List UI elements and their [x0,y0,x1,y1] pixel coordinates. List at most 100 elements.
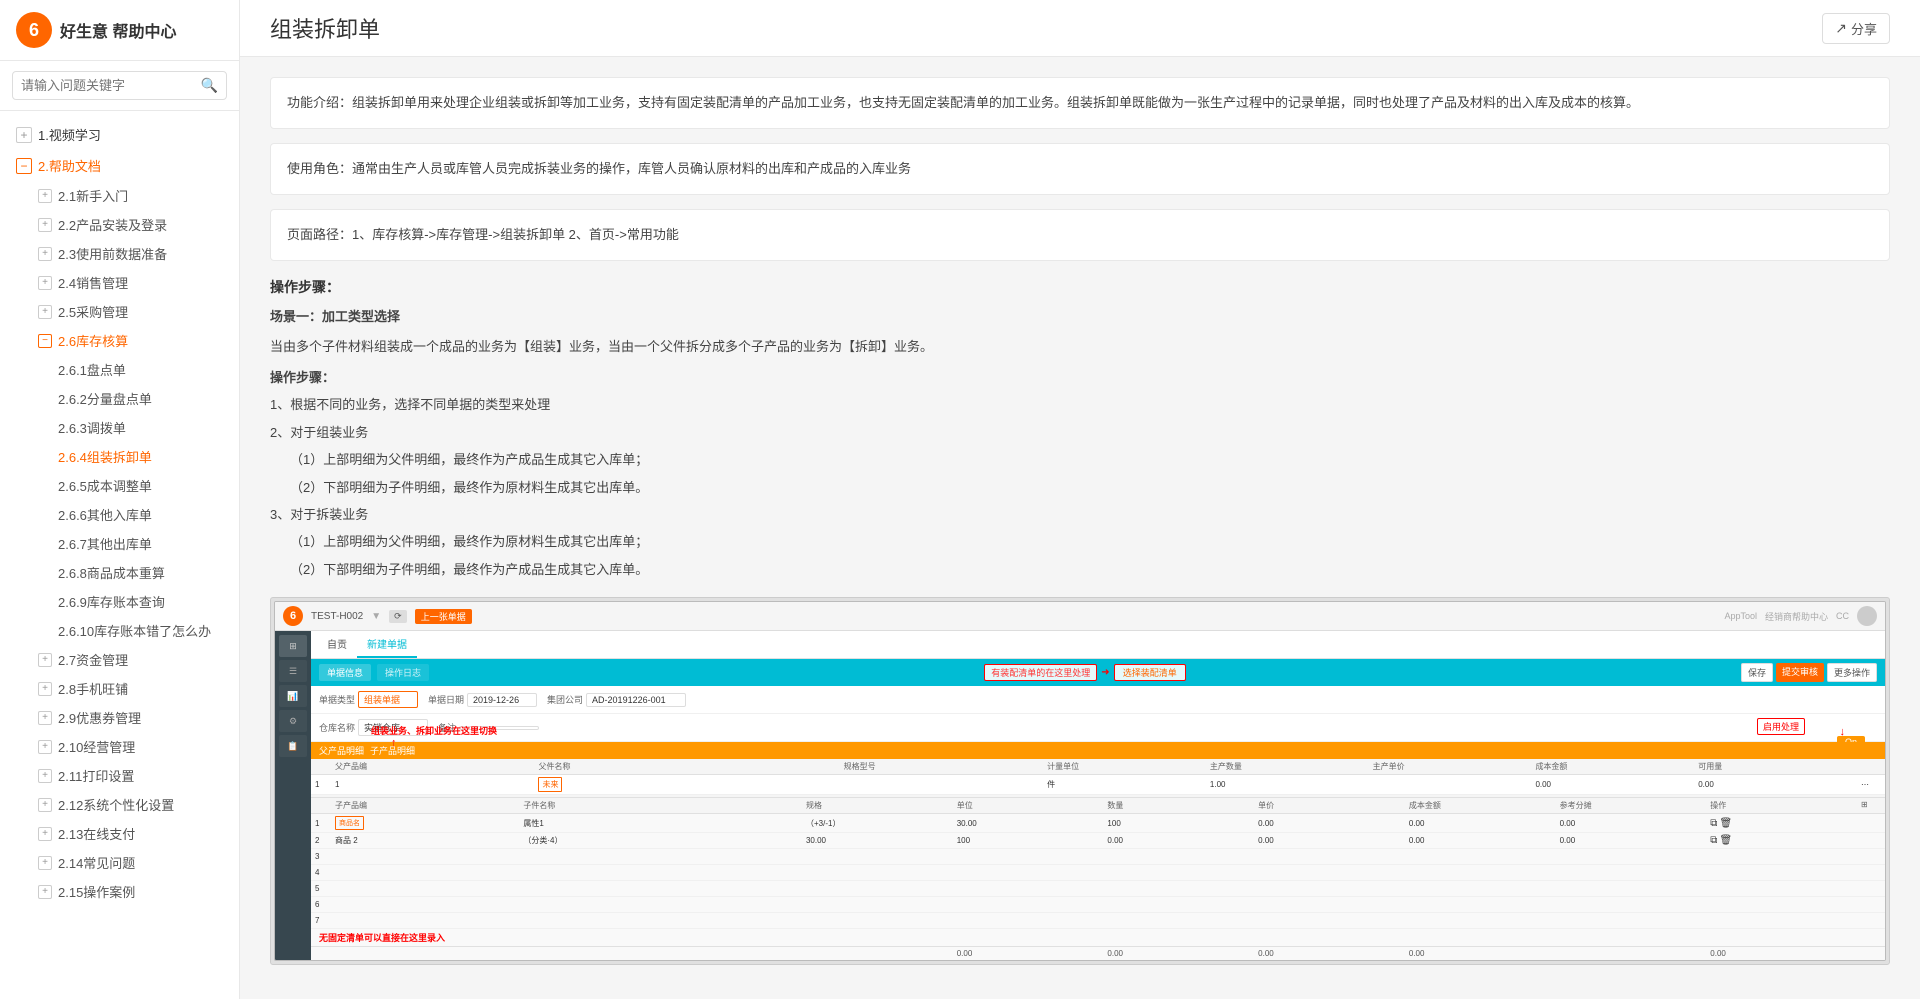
nav-item-2-9[interactable]: + 2.9优惠券管理 [38,703,239,732]
nav-item-2-6-5[interactable]: 2.6.5成本调整单 [58,471,239,500]
expand-icon-2-3: + [38,247,52,261]
lcol-c7: 成本金额 [1409,800,1560,811]
search-icon[interactable]: 🔍 [201,77,218,94]
row1-check: 1 [315,780,335,789]
lr1-copy-icon[interactable]: ⧉ [1710,818,1717,829]
sim-lower-row2: 2 商品 2 （分类·4） 30.00 100 0.00 0.00 0.00 0… [311,833,1885,849]
sim-body: ⊞ ☰ 📊 ⚙ 📋 自贡 新建单据 [275,631,1885,960]
sim-fields-row2: 仓库名称 实销仓库 备注 启用处理 ↓ On [311,714,1885,742]
annotation-arrow-switch: ↑ [391,737,397,749]
search-input[interactable] [21,78,201,93]
nav-sub-group-2-5: + 2.5采购管理 [38,297,239,326]
scene1-desc: 当由多个子件材料组装成一个成品的业务为【组装】业务，当由一个父件拆分成多个子产品… [270,335,1890,358]
lr1-del-icon[interactable]: 🗑 [1719,818,1732,829]
lr2-del-icon[interactable]: 🗑 [1719,835,1732,846]
tot-avail [1560,949,1711,958]
tot-c2 [523,949,806,958]
nav-item-2-4[interactable]: + 2.4销售管理 [38,268,239,297]
lr2-ops: ⧉ 🗑 [1710,835,1861,846]
row1-name: 未来 [538,777,843,792]
search-area: 🔍 [0,61,239,111]
collapse-icon: − [16,158,32,174]
nav-item-2-3[interactable]: + 2.3使用前数据准备 [38,239,239,268]
steps-title: 操作步骤： [270,366,1890,389]
lcol-c1: 子产品编 [335,800,523,811]
expand-icon-2-12: + [38,798,52,812]
sim-date-input[interactable]: 2019-12-26 [467,693,537,707]
path-box: 页面路径：1、库存核算->库存管理->组装拆卸单 2、首页->常用功能 [270,209,1890,261]
nav-item-2-6-8[interactable]: 2.6.8商品成本重算 [58,558,239,587]
sim-action-btns: 保存 提交审核 更多操作 [1741,663,1877,682]
sim-lower-row5: 5 [311,881,1885,897]
col-available: 可用量 [1698,761,1861,772]
sim-lower-table: 子产品编 子件名称 规格 单位 数量 单价 成本金额 参考分摊 操作 ⊞ [311,797,1885,960]
sim-left-nav: ⊞ ☰ 📊 ⚙ 📋 [275,631,311,960]
col-parent-code: 父产品编 [335,761,538,772]
expand-icon-2-9: + [38,711,52,725]
sim-form-tab-info[interactable]: 单据信息 [319,664,371,681]
nav-item-2-6[interactable]: − 2.6库存核算 [38,326,239,355]
sim-logo-icon: 6 [283,606,303,626]
lr2-price: 0.00 [1258,836,1409,845]
nav-item-2-10[interactable]: + 2.10经营管理 [38,732,239,761]
nav-sub-group-2-2: + 2.2产品安装及登录 [38,210,239,239]
nav-item-2-8[interactable]: + 2.8手机旺铺 [38,674,239,703]
nav-item-2-6-4[interactable]: 2.6.4组装拆卸单 [58,442,239,471]
lr2-name: （分类·4） [523,835,806,846]
nav-item-2-5[interactable]: + 2.5采购管理 [38,297,239,326]
page-title: 组装拆卸单 [270,12,380,44]
nav-item-2-6-7[interactable]: 2.6.7其他出库单 [58,529,239,558]
nav-item-2-2[interactable]: + 2.2产品安装及登录 [38,210,239,239]
lr2-unit: 100 [957,836,1108,845]
step2-1: （1）上部明细为父件明细，最终作为产成品生成其它入库单； [290,448,1890,471]
sim-btn-submit[interactable]: 提交审核 [1776,663,1824,682]
lcol-c4: 单位 [957,800,1108,811]
sim-bom-selector[interactable]: 选择装配清单 [1114,664,1186,681]
nav-item-2-12[interactable]: + 2.12系统个性化设置 [38,790,239,819]
nav-item-2-6-2[interactable]: 2.6.2分量盘点单 [58,384,239,413]
lr1-orange-field[interactable]: 商品名 [335,816,364,830]
nav-item-2-6-9[interactable]: 2.6.9库存账本查询 [58,587,239,616]
row1-orange-input[interactable]: 未来 [538,777,562,792]
tot-c3 [806,949,957,958]
nav-item-2-1[interactable]: + 2.1新手入门 [38,181,239,210]
share-icon: ↗ [1835,20,1847,37]
sim-form-tab-log[interactable]: 操作日志 [377,664,429,681]
search-box[interactable]: 🔍 [12,71,227,100]
nav-item-2-6-3[interactable]: 2.6.3调拨单 [58,413,239,442]
sim-lower-row4: 4 [311,865,1885,881]
nav-item-2-15[interactable]: + 2.15操作案例 [38,877,239,906]
lr2-qty: 0.00 [1107,836,1258,845]
nav-item-2[interactable]: − 2.帮助文档 [0,150,239,181]
sim-lower-row6: 6 [311,897,1885,913]
lcol-c5: 数量 [1107,800,1258,811]
step2-2: （2）下部明细为子件明细，最终作为原材料生成其它出库单。 [290,476,1890,499]
nav-item-2-6-10[interactable]: 2.6.10库存账本错了怎么办 [58,616,239,645]
nav-item-2-11[interactable]: + 2.11打印设置 [38,761,239,790]
sim-lower-row3: 3 [311,849,1885,865]
sim-nav-icon-1: ⊞ [279,635,307,657]
row1-cost: 0.00 [1535,780,1698,789]
row1-actions: ⋯ [1861,780,1881,789]
tot-qty2: 0.00 [1107,949,1258,958]
lr2-copy-icon[interactable]: ⧉ [1710,835,1717,846]
nav-item-2-14[interactable]: + 2.14常见问题 [38,848,239,877]
col-check [315,761,335,772]
lr1-name: 属性1 [523,818,806,829]
sim-tab-zg: 自贡 [317,631,357,658]
nav-item-2-7[interactable]: + 2.7资金管理 [38,645,239,674]
sim-btn-more[interactable]: 更多操作 [1827,663,1877,682]
lr2-alloc: 0.00 [1560,836,1711,845]
sim-num-input[interactable]: AD-20191226-001 [586,693,686,707]
nav-item-2-6-6[interactable]: 2.6.6其他入库单 [58,500,239,529]
nav-sub-group-2-8: + 2.8手机旺铺 [38,674,239,703]
nav-item-1[interactable]: + 1.视频学习 [0,119,239,150]
sim-totals-row: 0.00 0.00 0.00 0.00 0.00 [311,946,1885,960]
nav-item-2-13[interactable]: + 2.13在线支付 [38,819,239,848]
tot-c1 [335,949,523,958]
sim-type-input[interactable]: 组装单据 [358,691,418,708]
share-button[interactable]: ↗ 分享 [1822,13,1890,44]
nav-item-2-6-1[interactable]: 2.6.1盘点单 [58,355,239,384]
sim-row-1: 1 1 未来 件 1.00 0.00 0.00 [311,775,1885,795]
sim-btn-save[interactable]: 保存 [1741,663,1773,682]
